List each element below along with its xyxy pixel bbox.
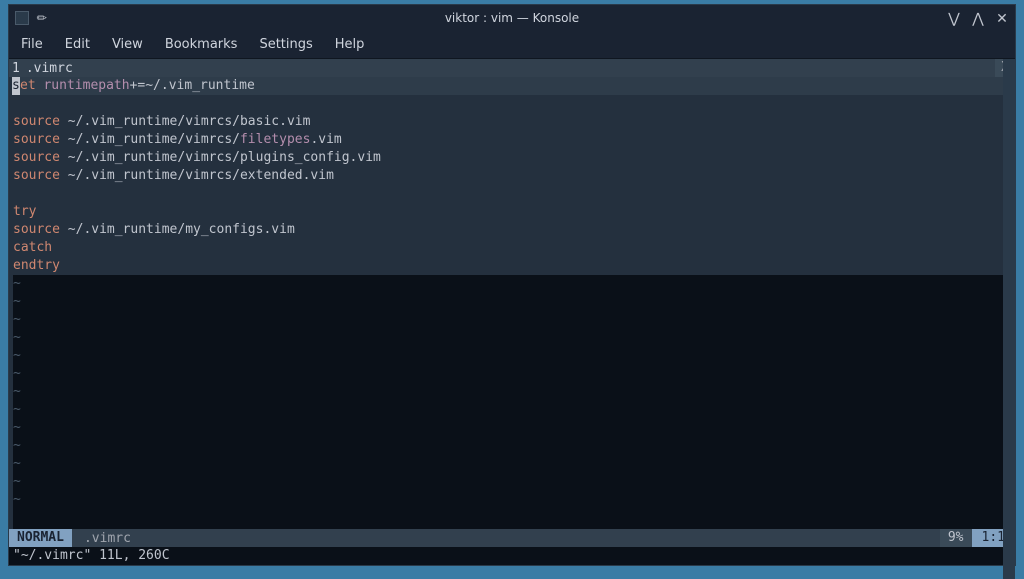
empty-buffer-area: ~~~~~~~~~~~~~ (13, 275, 1011, 529)
menu-view[interactable]: View (112, 37, 143, 52)
code-line[interactable] (13, 95, 1011, 113)
code-line[interactable] (13, 185, 1011, 203)
vim-statusline: NORMAL .vimrc 9% 1:1 (9, 529, 1015, 547)
menu-help[interactable]: Help (335, 37, 365, 52)
tilde-line: ~ (13, 275, 1011, 293)
menu-settings[interactable]: Settings (259, 37, 312, 52)
tilde-line: ~ (13, 437, 1011, 455)
tilde-line: ~ (13, 365, 1011, 383)
status-filename: .vimrc (72, 531, 143, 546)
code-line[interactable]: endtry (13, 257, 1011, 275)
code-line[interactable]: source ~/.vim_runtime/vimrcs/filetypes.v… (13, 131, 1011, 149)
scrollbar[interactable] (1003, 59, 1015, 565)
konsole-window: ✎ viktor : vim — Konsole ⋁ ⋀ ✕ File Edit… (8, 4, 1016, 566)
menu-edit[interactable]: Edit (65, 37, 90, 52)
menubar: File Edit View Bookmarks Settings Help (9, 31, 1015, 59)
code-line[interactable]: source ~/.vim_runtime/vimrcs/extended.vi… (13, 167, 1011, 185)
app-icon (15, 11, 29, 25)
status-percent: 9% (940, 529, 972, 547)
titlebar-controls: ⋁ ⋀ ✕ (929, 11, 1009, 25)
tilde-line: ~ (13, 401, 1011, 419)
window-title: viktor : vim — Konsole (95, 11, 929, 25)
minimize-icon[interactable]: ⋁ (947, 11, 961, 25)
titlebar[interactable]: ✎ viktor : vim — Konsole ⋁ ⋀ ✕ (9, 5, 1015, 31)
tilde-line: ~ (13, 383, 1011, 401)
code-line[interactable]: source ~/.vim_runtime/my_configs.vim (13, 221, 1011, 239)
menu-bookmarks[interactable]: Bookmarks (165, 37, 238, 52)
tilde-line: ~ (13, 491, 1011, 509)
code-line[interactable]: set runtimepath+=~/.vim_runtime (13, 77, 1011, 95)
tilde-line: ~ (13, 293, 1011, 311)
code-area[interactable]: set runtimepath+=~/.vim_runtime source ~… (9, 77, 1015, 529)
pin-icon[interactable]: ✎ (34, 9, 51, 26)
maximize-icon[interactable]: ⋀ (971, 11, 985, 25)
code-line[interactable]: try (13, 203, 1011, 221)
tab-index[interactable]: 1 (9, 61, 26, 76)
menu-file[interactable]: File (21, 37, 43, 52)
titlebar-left: ✎ (15, 11, 95, 25)
code-line[interactable]: catch (13, 239, 1011, 257)
tilde-line: ~ (13, 329, 1011, 347)
tilde-line: ~ (13, 311, 1011, 329)
tilde-line: ~ (13, 347, 1011, 365)
tab-filename[interactable]: .vimrc (26, 61, 73, 76)
scrollbar-thumb[interactable] (1003, 59, 1015, 579)
mode-badge: NORMAL (9, 529, 72, 547)
vim-tabline: 1 .vimrc X (9, 59, 1015, 77)
code-line[interactable]: source ~/.vim_runtime/vimrcs/basic.vim (13, 113, 1011, 131)
code-line[interactable]: source ~/.vim_runtime/vimrcs/plugins_con… (13, 149, 1011, 167)
tilde-line: ~ (13, 473, 1011, 491)
tilde-line: ~ (13, 455, 1011, 473)
tilde-line: ~ (13, 419, 1011, 437)
close-icon[interactable]: ✕ (995, 11, 1009, 25)
terminal-editor[interactable]: 1 .vimrc X set runtimepath+=~/.vim_runti… (9, 59, 1015, 565)
vim-cmdline: "~/.vimrc" 11L, 260C (9, 547, 1015, 565)
